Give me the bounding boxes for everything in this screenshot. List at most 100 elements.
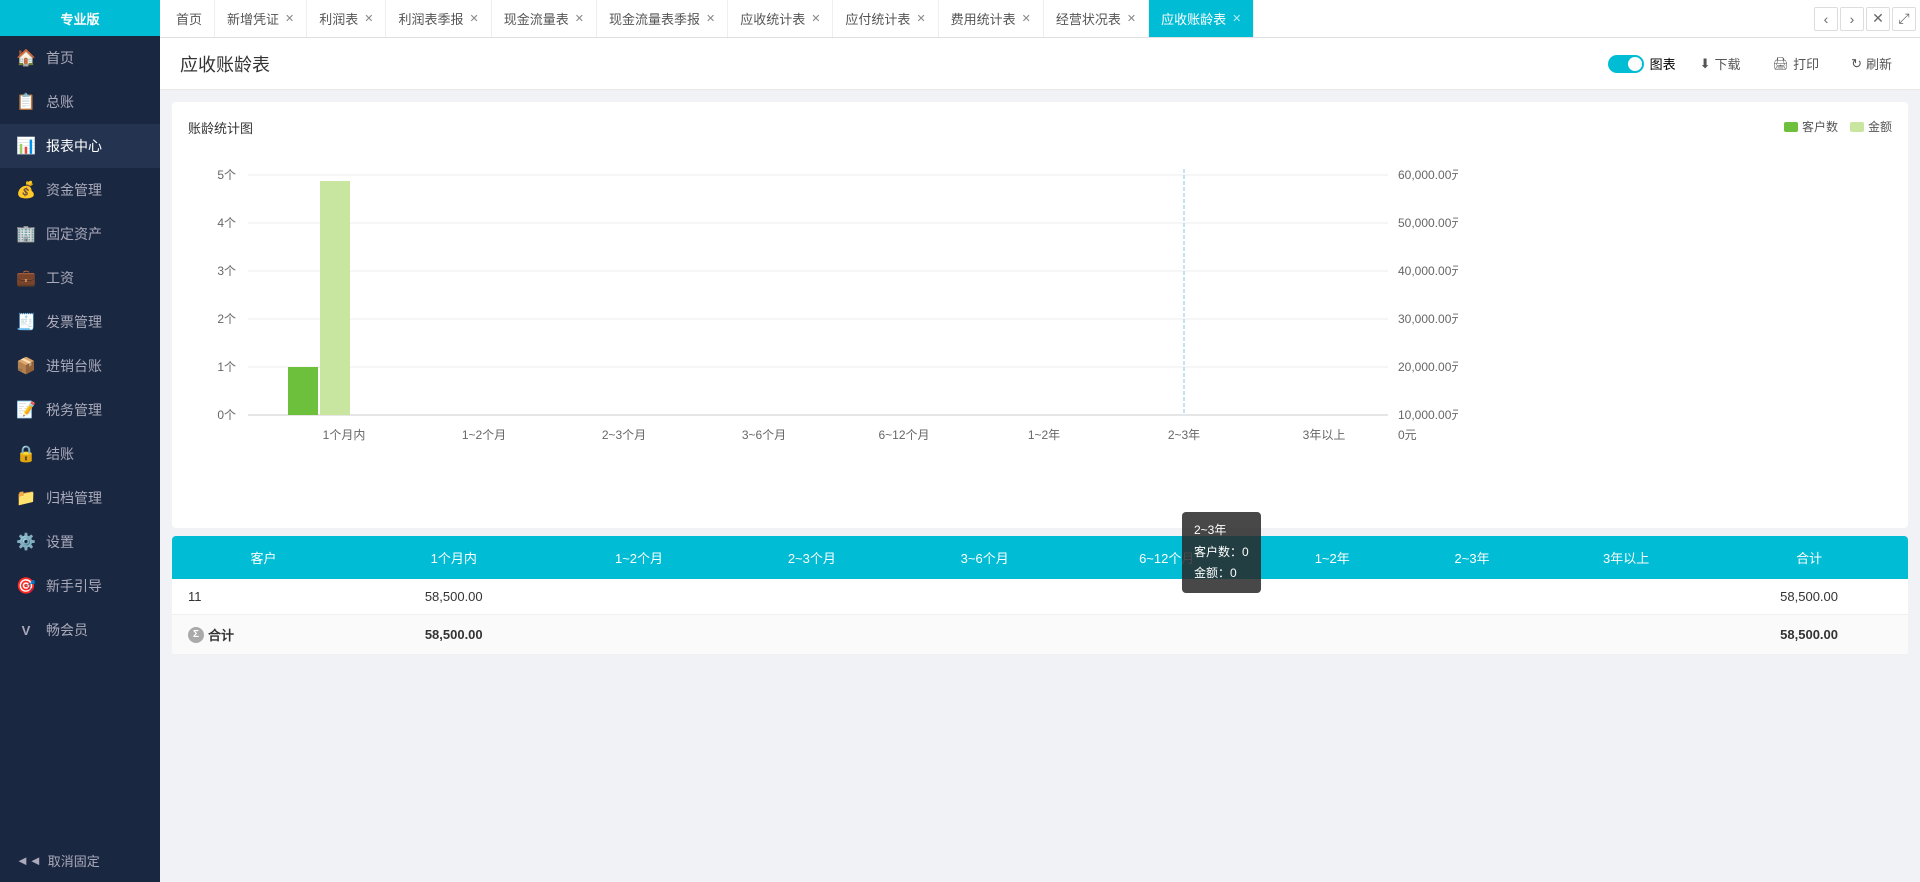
chart-toggle[interactable] bbox=[1608, 55, 1644, 73]
sidebar-item-report[interactable]: 📊 报表中心 bbox=[0, 124, 160, 168]
ledger-icon: 📋 bbox=[16, 92, 36, 112]
sidebar-item-tax[interactable]: 📝 税务管理 bbox=[0, 388, 160, 432]
tab-profit-quarter[interactable]: 利润表季报 ✕ bbox=[386, 0, 491, 37]
sidebar-item-salary[interactable]: 💼 工资 bbox=[0, 256, 160, 300]
bar-customers-0[interactable] bbox=[288, 367, 318, 415]
tab-cashflow[interactable]: 现金流量表 ✕ bbox=[492, 0, 597, 37]
svg-text:50,000.00元: 50,000.00元 bbox=[1398, 216, 1458, 230]
tab-receivable-stat-close[interactable]: ✕ bbox=[811, 12, 820, 25]
tab-operation[interactable]: 经营状况表 ✕ bbox=[1044, 0, 1149, 37]
tab-payable-stat-close[interactable]: ✕ bbox=[916, 12, 925, 25]
cell-y23 bbox=[1402, 579, 1542, 615]
svg-text:4个: 4个 bbox=[217, 216, 236, 230]
tab-cashflow-quarter[interactable]: 现金流量表季报 ✕ bbox=[597, 0, 728, 37]
sidebar-item-asset[interactable]: 🏢 固定资产 bbox=[0, 212, 160, 256]
svg-text:0元: 0元 bbox=[1398, 428, 1417, 442]
tab-close-all-button[interactable]: ✕ bbox=[1866, 7, 1890, 31]
svg-text:1个月内: 1个月内 bbox=[323, 428, 366, 442]
svg-text:2~3年: 2~3年 bbox=[1168, 428, 1200, 442]
aging-table: 客户 1个月内 1~2个月 2~3个月 3~6个月 6~12个月 1~2年 2~… bbox=[172, 536, 1908, 655]
cell-m612 bbox=[1071, 579, 1262, 615]
vip-icon: V bbox=[16, 623, 36, 638]
cell-total-sum: 58,500.00 bbox=[1710, 615, 1908, 655]
cell-total-m1: 58,500.00 bbox=[355, 615, 553, 655]
svg-text:2~3个月: 2~3个月 bbox=[602, 428, 646, 442]
legend-customers: 客户数 bbox=[1784, 118, 1838, 135]
tab-aging-close[interactable]: ✕ bbox=[1232, 12, 1241, 25]
svg-text:5个: 5个 bbox=[217, 168, 236, 182]
cell-total-m23 bbox=[725, 615, 898, 655]
sidebar-item-guide[interactable]: 🎯 新手引导 bbox=[0, 564, 160, 608]
legend-amount-label: 金额 bbox=[1868, 118, 1892, 135]
tab-operation-close[interactable]: ✕ bbox=[1127, 12, 1136, 25]
archive-icon: 📁 bbox=[16, 488, 36, 508]
sidebar-item-fund[interactable]: 💰 资金管理 bbox=[0, 168, 160, 212]
cell-m12 bbox=[553, 579, 726, 615]
sidebar-item-invoice[interactable]: 🧾 发票管理 bbox=[0, 300, 160, 344]
print-icon: 🖨 bbox=[1773, 56, 1790, 72]
svg-text:30,000.00元: 30,000.00元 bbox=[1398, 312, 1458, 326]
cell-y12 bbox=[1262, 579, 1402, 615]
tab-cashflow-close[interactable]: ✕ bbox=[575, 12, 584, 25]
sidebar-item-settings[interactable]: ⚙️ 设置 bbox=[0, 520, 160, 564]
download-icon: ⬇ bbox=[1700, 56, 1711, 72]
tab-home[interactable]: 首页 bbox=[164, 0, 215, 37]
legend-amount-color bbox=[1850, 122, 1864, 132]
tab-receivable-stat[interactable]: 应收统计表 ✕ bbox=[728, 0, 833, 37]
svg-text:6~12个月: 6~12个月 bbox=[878, 428, 929, 442]
report-icon: 📊 bbox=[16, 136, 36, 156]
tab-prev-button[interactable]: ‹ bbox=[1814, 7, 1838, 31]
cell-total-m36 bbox=[898, 615, 1071, 655]
tab-cashflow-quarter-close[interactable]: ✕ bbox=[706, 12, 715, 25]
svg-text:20,000.00元: 20,000.00元 bbox=[1398, 360, 1458, 374]
sidebar-item-home[interactable]: 🏠 首页 bbox=[0, 36, 160, 80]
tab-expand-button[interactable]: ⤢ bbox=[1892, 7, 1916, 31]
svg-text:60,000.00元: 60,000.00元 bbox=[1398, 168, 1458, 182]
download-button[interactable]: ⬇ 下载 bbox=[1692, 50, 1749, 77]
tab-voucher-close[interactable]: ✕ bbox=[285, 12, 294, 25]
col-m36: 3~6个月 bbox=[898, 536, 1071, 579]
col-m612: 6~12个月 bbox=[1071, 536, 1262, 579]
tab-profit-close[interactable]: ✕ bbox=[364, 12, 373, 25]
sidebar: 专业版 🏠 首页 📋 总账 📊 报表中心 💰 资金管理 🏢 固定资产 💼 工资 … bbox=[0, 0, 160, 882]
purchase-icon: 📦 bbox=[16, 356, 36, 376]
page-header: 应收账龄表 图表 ⬇ 下载 🖨 打印 ↻ 刷新 bbox=[160, 38, 1920, 90]
tab-aging[interactable]: 应收账龄表 ✕ bbox=[1149, 0, 1254, 37]
cell-m36 bbox=[898, 579, 1071, 615]
home-icon: 🏠 bbox=[16, 48, 36, 68]
table-area: 客户 1个月内 1~2个月 2~3个月 3~6个月 6~12个月 1~2年 2~… bbox=[172, 536, 1908, 655]
refresh-icon: ↻ bbox=[1851, 56, 1862, 72]
tab-bar: 首页 新增凭证 ✕ 利润表 ✕ 利润表季报 ✕ 现金流量表 ✕ 现金流量表季报 … bbox=[160, 0, 1920, 38]
tab-profit-quarter-close[interactable]: ✕ bbox=[470, 12, 479, 25]
bar-amount-0[interactable] bbox=[320, 181, 350, 415]
tab-profit[interactable]: 利润表 ✕ bbox=[307, 0, 386, 37]
cell-total-y23 bbox=[1402, 615, 1542, 655]
chart-svg: 5个 4个 3个 2个 1个 0个 60,000.00元 50,000.00元 … bbox=[188, 149, 1458, 509]
cell-y3plus bbox=[1542, 579, 1710, 615]
tab-payable-stat[interactable]: 应付统计表 ✕ bbox=[833, 0, 938, 37]
total-icon: Σ bbox=[188, 627, 204, 643]
tab-expense-stat-close[interactable]: ✕ bbox=[1022, 12, 1031, 25]
sidebar-item-closing[interactable]: 🔒 结账 bbox=[0, 432, 160, 476]
tab-next-button[interactable]: › bbox=[1840, 7, 1864, 31]
col-y23: 2~3年 bbox=[1402, 536, 1542, 579]
table-header-row: 客户 1个月内 1~2个月 2~3个月 3~6个月 6~12个月 1~2年 2~… bbox=[172, 536, 1908, 579]
sidebar-item-ledger[interactable]: 📋 总账 bbox=[0, 80, 160, 124]
table-row: 11 58,500.00 58,500.00 bbox=[172, 579, 1908, 615]
chart-area: 账龄统计图 客户数 金额 5个 4个 3个 2个 bbox=[172, 102, 1908, 528]
header-actions: 图表 ⬇ 下载 🖨 打印 ↻ 刷新 bbox=[1608, 50, 1900, 77]
settings-icon: ⚙️ bbox=[16, 532, 36, 552]
sidebar-item-archive[interactable]: 📁 归档管理 bbox=[0, 476, 160, 520]
tab-nav-buttons: ‹ › ✕ ⤢ bbox=[1814, 7, 1916, 31]
main-content: 首页 新增凭证 ✕ 利润表 ✕ 利润表季报 ✕ 现金流量表 ✕ 现金流量表季报 … bbox=[160, 0, 1920, 882]
sidebar-item-vip[interactable]: V 畅会员 bbox=[0, 608, 160, 652]
chart-title: 账龄统计图 bbox=[188, 118, 1892, 137]
tab-voucher[interactable]: 新增凭证 ✕ bbox=[215, 0, 307, 37]
sidebar-toggle-pin[interactable]: ◄◄ 取消固定 bbox=[0, 839, 160, 882]
svg-text:0个: 0个 bbox=[217, 408, 236, 422]
refresh-button[interactable]: ↻ 刷新 bbox=[1843, 50, 1900, 77]
sidebar-item-purchase[interactable]: 📦 进销台账 bbox=[0, 344, 160, 388]
tab-expense-stat[interactable]: 费用统计表 ✕ bbox=[939, 0, 1044, 37]
print-button[interactable]: 🖨 打印 bbox=[1765, 50, 1828, 77]
cell-customer: 11 bbox=[172, 579, 355, 615]
